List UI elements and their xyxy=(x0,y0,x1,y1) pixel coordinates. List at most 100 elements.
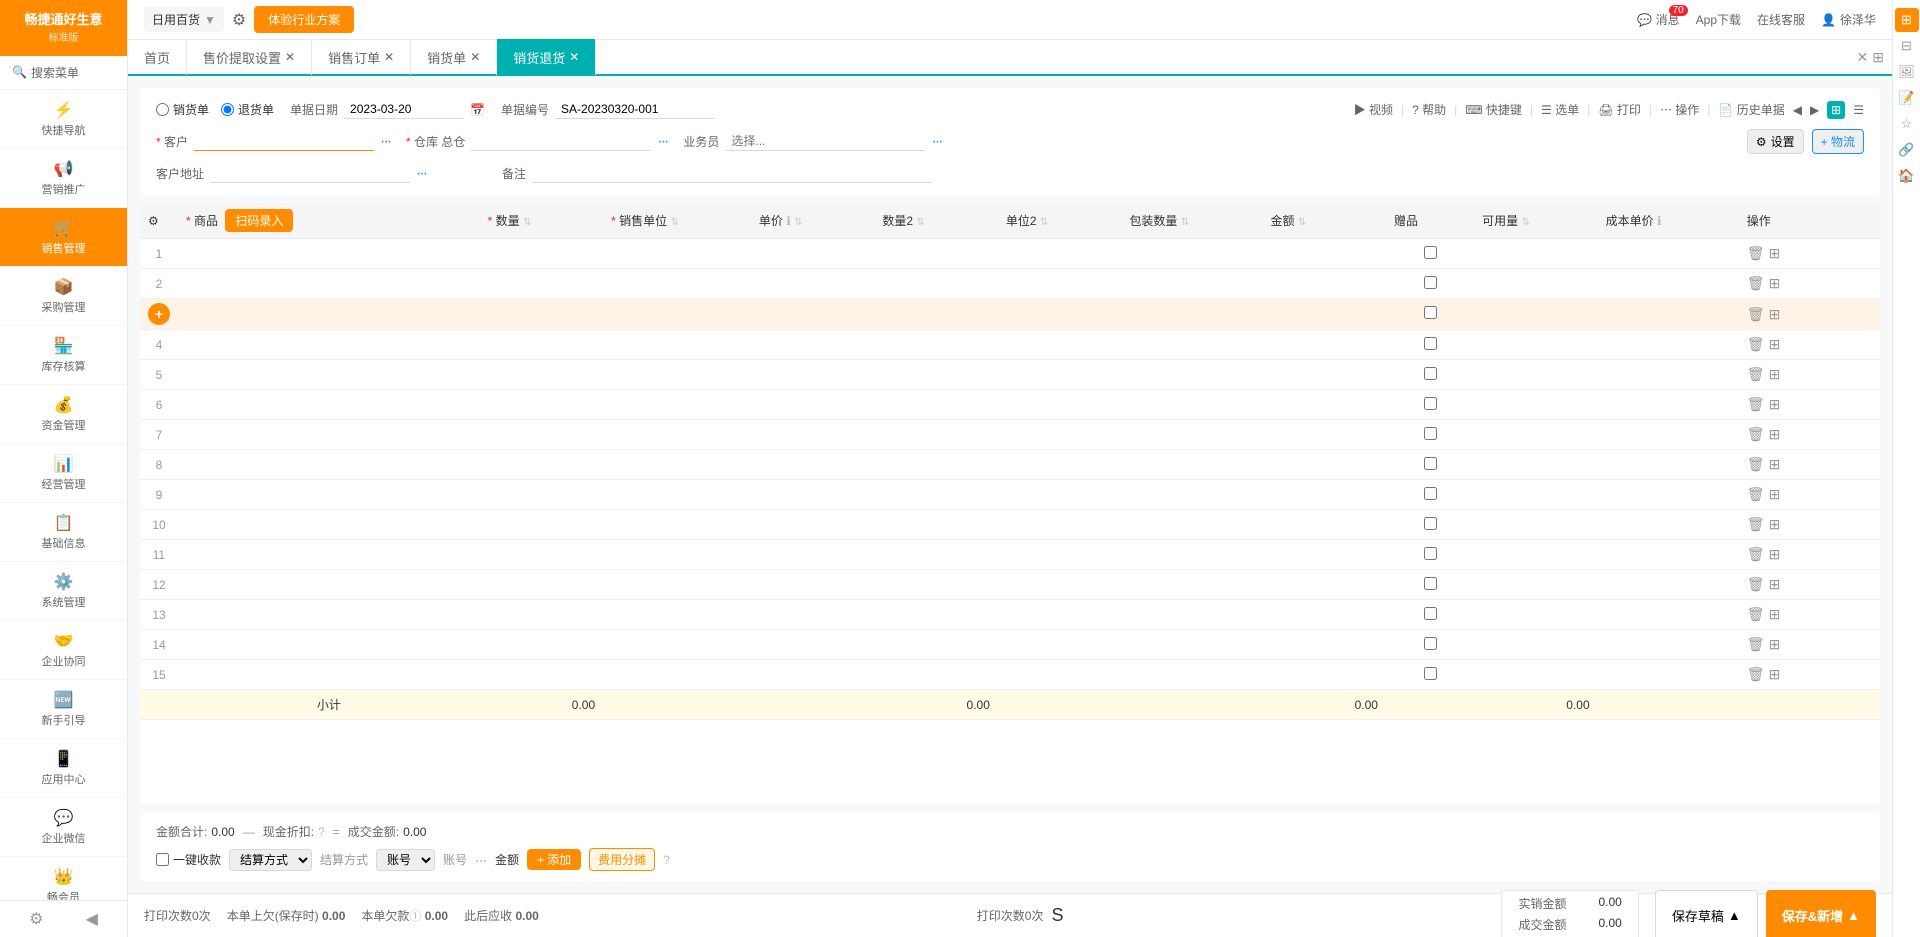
right-panel-expand[interactable]: ⊞ xyxy=(1895,8,1919,32)
sidebar-item-apps[interactable]: 📱应用中心 xyxy=(0,739,127,798)
cell-price[interactable] xyxy=(751,239,874,269)
copy-row-icon[interactable]: ⊞ xyxy=(1769,456,1781,473)
gift-checkbox[interactable] xyxy=(1424,427,1437,440)
cell-cost-price[interactable] xyxy=(1598,570,1739,600)
settings-icon[interactable]: ⚙ xyxy=(29,909,43,929)
radio-sale[interactable]: 销货单 xyxy=(156,101,209,118)
collapse-icon[interactable]: ◀ xyxy=(86,909,98,929)
cell-amount[interactable] xyxy=(1262,330,1385,360)
cell-cost-price[interactable] xyxy=(1598,540,1739,570)
cell-price[interactable] xyxy=(751,630,874,660)
cell-gift[interactable] xyxy=(1386,510,1474,540)
sidebar-item-system[interactable]: ⚙️系统管理 xyxy=(0,562,127,621)
copy-row-icon[interactable]: ⊞ xyxy=(1769,546,1781,563)
cell-cost-price[interactable] xyxy=(1598,390,1739,420)
tab-sale-goods[interactable]: 销货单✕ xyxy=(411,39,497,75)
right-panel-note2[interactable]: 📝 xyxy=(1895,86,1919,110)
sort-qty-icon[interactable]: ⇅ xyxy=(523,217,531,228)
save-new-btn[interactable]: 保存&新增 ▲ xyxy=(1766,890,1876,937)
cell-pkg-qty[interactable] xyxy=(1121,269,1262,299)
gift-checkbox[interactable] xyxy=(1424,547,1437,560)
cell-qty[interactable] xyxy=(480,390,603,420)
cell-amount[interactable] xyxy=(1262,390,1385,420)
gift-checkbox[interactable] xyxy=(1424,367,1437,380)
cell-unit[interactable] xyxy=(603,660,751,690)
cell-unit[interactable] xyxy=(603,600,751,630)
online-service-btn[interactable]: 在线客服 xyxy=(1757,11,1805,28)
sidebar-item-member[interactable]: 👑畅会员 xyxy=(0,857,127,900)
cell-pkg-qty[interactable] xyxy=(1121,600,1262,630)
cell-price[interactable] xyxy=(751,600,874,630)
cell-product[interactable] xyxy=(178,540,480,570)
copy-row-icon[interactable]: ⊞ xyxy=(1769,336,1781,353)
close-tab-sale-setting-icon[interactable]: ✕ xyxy=(285,50,295,64)
cell-unit2[interactable] xyxy=(998,299,1121,330)
settings-btn[interactable]: ⚙ 设置 xyxy=(1747,129,1804,154)
cell-qty[interactable] xyxy=(480,540,603,570)
cell-unit2[interactable] xyxy=(998,420,1121,450)
delete-row-icon[interactable]: 🗑 xyxy=(1747,396,1765,413)
close-tab-sale-order-icon[interactable]: ✕ xyxy=(384,50,394,64)
cell-unit2[interactable] xyxy=(998,600,1121,630)
cell-qty[interactable] xyxy=(480,660,603,690)
cell-qty2[interactable] xyxy=(874,570,997,600)
cell-product[interactable] xyxy=(178,630,480,660)
cell-amount[interactable] xyxy=(1262,630,1385,660)
user-menu[interactable]: 👤 徐泽华 xyxy=(1821,11,1876,28)
cell-available[interactable] xyxy=(1474,630,1597,660)
product-input[interactable] xyxy=(186,277,472,291)
cell-price[interactable] xyxy=(751,269,874,299)
staff-input[interactable] xyxy=(725,132,925,151)
product-input[interactable] xyxy=(186,307,472,321)
cell-price[interactable] xyxy=(751,360,874,390)
cell-qty[interactable] xyxy=(480,450,603,480)
cell-cost-price[interactable] xyxy=(1598,360,1739,390)
shortcut-btn[interactable]: ⌨ 快捷键 xyxy=(1465,101,1522,118)
cell-product[interactable] xyxy=(178,420,480,450)
cell-qty2[interactable] xyxy=(874,660,997,690)
cell-unit2[interactable] xyxy=(998,510,1121,540)
tab-sale-return[interactable]: 销货退货✕ xyxy=(497,39,596,75)
cell-qty2[interactable] xyxy=(874,630,997,660)
sidebar-item-wechat[interactable]: 💬企业微信 xyxy=(0,798,127,857)
delete-row-icon[interactable]: 🗑 xyxy=(1747,336,1765,353)
cell-pkg-qty[interactable] xyxy=(1121,510,1262,540)
delete-row-icon[interactable]: 🗑 xyxy=(1747,306,1765,323)
cell-available[interactable] xyxy=(1474,269,1597,299)
address-input[interactable] xyxy=(210,164,410,183)
copy-row-icon[interactable]: ⊞ xyxy=(1769,576,1781,593)
gift-checkbox[interactable] xyxy=(1424,577,1437,590)
cell-qty[interactable] xyxy=(480,630,603,660)
cell-gift[interactable] xyxy=(1386,600,1474,630)
cell-qty[interactable] xyxy=(480,480,603,510)
cell-unit[interactable] xyxy=(603,390,751,420)
warehouse-input[interactable] xyxy=(471,132,651,151)
cell-qty[interactable] xyxy=(480,360,603,390)
select-btn[interactable]: ☰ 选单 xyxy=(1541,101,1579,118)
cell-unit2[interactable] xyxy=(998,390,1121,420)
copy-row-icon[interactable]: ⊞ xyxy=(1769,486,1781,503)
cell-pkg-qty[interactable] xyxy=(1121,450,1262,480)
cell-qty[interactable] xyxy=(480,299,603,330)
search-menu[interactable]: 🔍 搜索菜单 xyxy=(0,56,127,90)
right-panel-link[interactable]: 🔗 xyxy=(1895,138,1919,162)
copy-row-icon[interactable]: ⊞ xyxy=(1769,245,1781,262)
cell-unit[interactable] xyxy=(603,330,751,360)
cell-available[interactable] xyxy=(1474,299,1597,330)
product-input[interactable] xyxy=(186,518,472,532)
cell-cost-price[interactable] xyxy=(1598,660,1739,690)
close-tab-icon[interactable]: ✕ xyxy=(1857,49,1869,66)
cell-product[interactable] xyxy=(178,660,480,690)
close-tab-sale-goods-icon[interactable]: ✕ xyxy=(470,50,480,64)
cell-qty2[interactable] xyxy=(874,360,997,390)
cell-unit2[interactable] xyxy=(998,660,1121,690)
cell-price[interactable] xyxy=(751,480,874,510)
copy-row-icon[interactable]: ⊞ xyxy=(1769,275,1781,292)
gift-checkbox[interactable] xyxy=(1424,276,1437,289)
warehouse-lookup-icon[interactable]: ··· xyxy=(657,133,667,151)
cell-cost-price[interactable] xyxy=(1598,480,1739,510)
sidebar-item-guide[interactable]: 🆕新手引导 xyxy=(0,680,127,739)
cell-qty2[interactable] xyxy=(874,239,997,269)
cell-pkg-qty[interactable] xyxy=(1121,330,1262,360)
close-tab-sale-return-icon[interactable]: ✕ xyxy=(569,50,579,64)
